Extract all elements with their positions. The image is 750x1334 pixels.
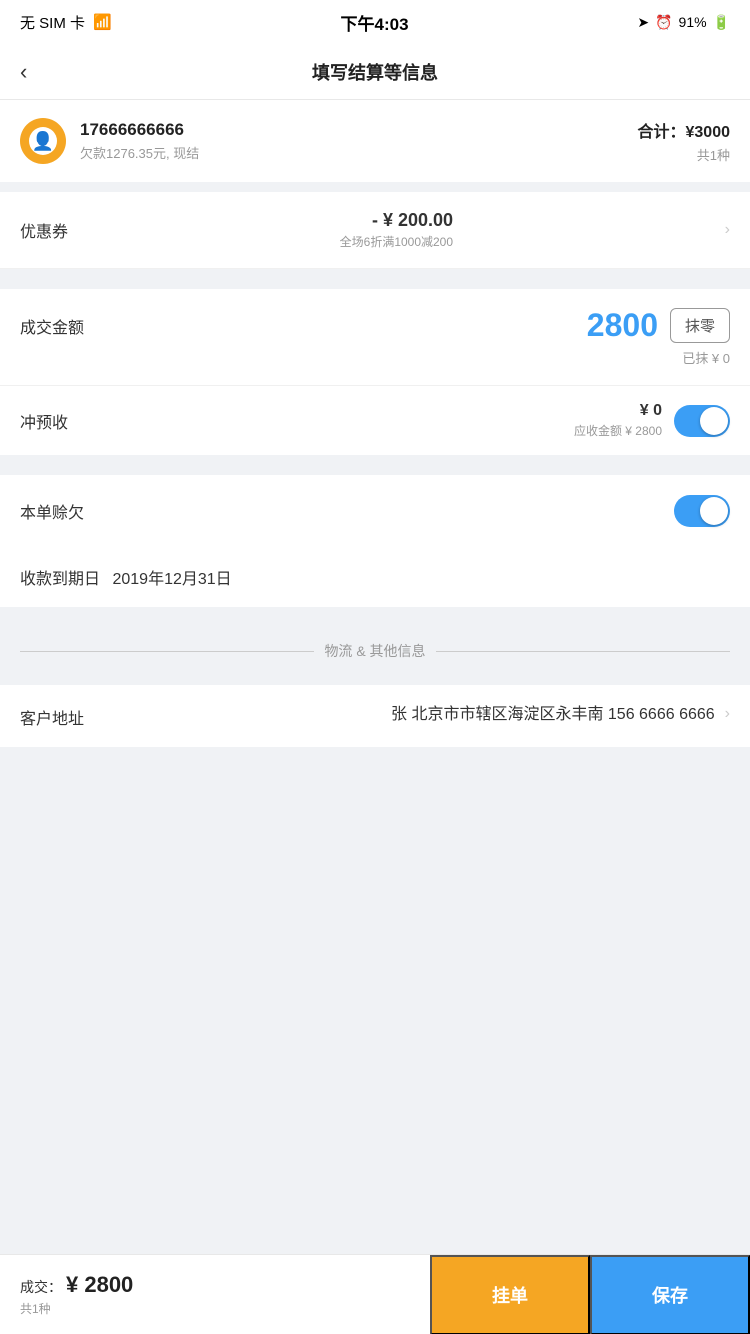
status-bar: 无 SIM 卡 📶 下午4:03 ➤ ⏰ 91% 🔋 bbox=[0, 0, 750, 44]
bottom-summary: 成交： ¥ 2800 共1种 bbox=[0, 1272, 430, 1317]
hang-order-button[interactable]: 挂单 bbox=[430, 1255, 590, 1334]
divider-4 bbox=[0, 675, 750, 685]
content: 👤 17666666666 欠款1276.35元, 现结 合计：¥3000 共1… bbox=[0, 100, 750, 1047]
transaction-card: 成交金额 2800 抹零 已抹 ¥ 0 冲预收 ¥ 0 应收金额 ¥ 2800 bbox=[0, 289, 750, 455]
customer-phone: 17666666666 bbox=[80, 120, 638, 140]
debt-row: 本单赊欠 bbox=[0, 475, 750, 547]
page-title: 填写结算等信息 bbox=[312, 59, 438, 85]
prepayment-sub: 应收金额 ¥ 2800 bbox=[574, 422, 662, 439]
debt-toggle-knob bbox=[700, 497, 728, 525]
location-icon: ➤ bbox=[637, 14, 649, 31]
debt-label: 本单赊欠 bbox=[20, 499, 84, 523]
status-left: 无 SIM 卡 📶 bbox=[20, 12, 112, 33]
bottom-gray bbox=[0, 757, 750, 957]
amount-row: 成交金额 2800 抹零 bbox=[20, 307, 730, 344]
prepayment-label: 冲预收 bbox=[20, 409, 68, 433]
bottom-summary-count: 共1种 bbox=[20, 1300, 410, 1317]
coupon-label: 优惠券 bbox=[20, 218, 68, 242]
coupon-amount: - ¥ 200.00 bbox=[340, 210, 453, 231]
bottom-summary-amount: ¥ 2800 bbox=[66, 1272, 133, 1298]
back-button[interactable]: ‹ bbox=[20, 59, 27, 85]
address-label: 客户地址 bbox=[20, 705, 84, 729]
customer-debt: 欠款1276.35元, 现结 bbox=[80, 143, 638, 162]
status-right: ➤ ⏰ 91% 🔋 bbox=[637, 14, 730, 31]
alarm-icon: ⏰ bbox=[655, 14, 672, 31]
coupon-chevron-icon: › bbox=[725, 221, 730, 239]
address-value: 张 北京市市辖区海淀区永丰南 156 6666 6666 bbox=[94, 703, 715, 727]
customer-info: 17666666666 欠款1276.35元, 现结 bbox=[80, 120, 638, 162]
customer-total: 合计：¥3000 共1种 bbox=[638, 118, 731, 164]
transaction-sub: 已抹 ¥ 0 bbox=[20, 348, 730, 367]
prepayment-amount: ¥ 0 应收金额 ¥ 2800 bbox=[574, 402, 662, 439]
amount-right: 2800 抹零 bbox=[587, 307, 730, 344]
coupon-desc: 全场6折满1000减200 bbox=[340, 233, 453, 250]
battery-icon: 🔋 bbox=[713, 14, 730, 31]
bottom-bar: 成交： ¥ 2800 共1种 挂单 保存 bbox=[0, 1254, 750, 1334]
total-amount: 合计：¥3000 bbox=[638, 118, 731, 142]
divider-1 bbox=[0, 279, 750, 289]
divider-2 bbox=[0, 465, 750, 475]
avatar-icon: 👤 bbox=[29, 127, 57, 155]
wifi-icon: 📶 bbox=[93, 13, 112, 31]
debt-section: 本单赊欠 收款到期日 2019年12月31日 bbox=[0, 475, 750, 607]
due-date-value: 2019年12月31日 bbox=[112, 571, 231, 588]
due-date-label: 收款到期日 bbox=[20, 571, 100, 588]
divider-3 bbox=[0, 617, 750, 627]
battery-label: 91% bbox=[679, 14, 707, 30]
nav-bar: ‹ 填写结算等信息 bbox=[0, 44, 750, 100]
due-date-row: 收款到期日 2019年12月31日 bbox=[0, 547, 750, 607]
prepayment-toggle[interactable] bbox=[674, 405, 730, 437]
amount-section: 成交金额 2800 抹零 已抹 ¥ 0 bbox=[0, 289, 750, 385]
transaction-value: 2800 bbox=[587, 307, 658, 344]
logistics-label: 物流 & 其他信息 bbox=[324, 641, 425, 661]
prepayment-value: ¥ 0 bbox=[574, 402, 662, 420]
avatar: 👤 bbox=[20, 118, 66, 164]
customer-row: 👤 17666666666 欠款1276.35元, 现结 合计：¥3000 共1… bbox=[0, 100, 750, 182]
debt-toggle[interactable] bbox=[674, 495, 730, 527]
bottom-summary-title: 成交： bbox=[20, 1277, 62, 1297]
prepayment-toggle-knob bbox=[700, 407, 728, 435]
save-button[interactable]: 保存 bbox=[590, 1255, 750, 1334]
address-row[interactable]: 客户地址 张 北京市市辖区海淀区永丰南 156 6666 6666 › bbox=[0, 685, 750, 747]
status-time: 下午4:03 bbox=[341, 10, 409, 35]
total-count: 共1种 bbox=[638, 145, 731, 164]
address-chevron-icon: › bbox=[725, 705, 730, 723]
coupon-row[interactable]: 优惠券 - ¥ 200.00 全场6折满1000减200 › bbox=[0, 192, 750, 269]
logistics-divider: 物流 & 其他信息 bbox=[0, 627, 750, 675]
prepayment-right: ¥ 0 应收金额 ¥ 2800 bbox=[574, 402, 730, 439]
prepayment-row: 冲预收 ¥ 0 应收金额 ¥ 2800 bbox=[0, 385, 750, 455]
coupon-card: 优惠券 - ¥ 200.00 全场6折满1000减200 › bbox=[0, 192, 750, 269]
transaction-label: 成交金额 bbox=[20, 314, 84, 338]
round-button[interactable]: 抹零 bbox=[670, 308, 730, 343]
carrier-label: 无 SIM 卡 bbox=[20, 12, 85, 33]
